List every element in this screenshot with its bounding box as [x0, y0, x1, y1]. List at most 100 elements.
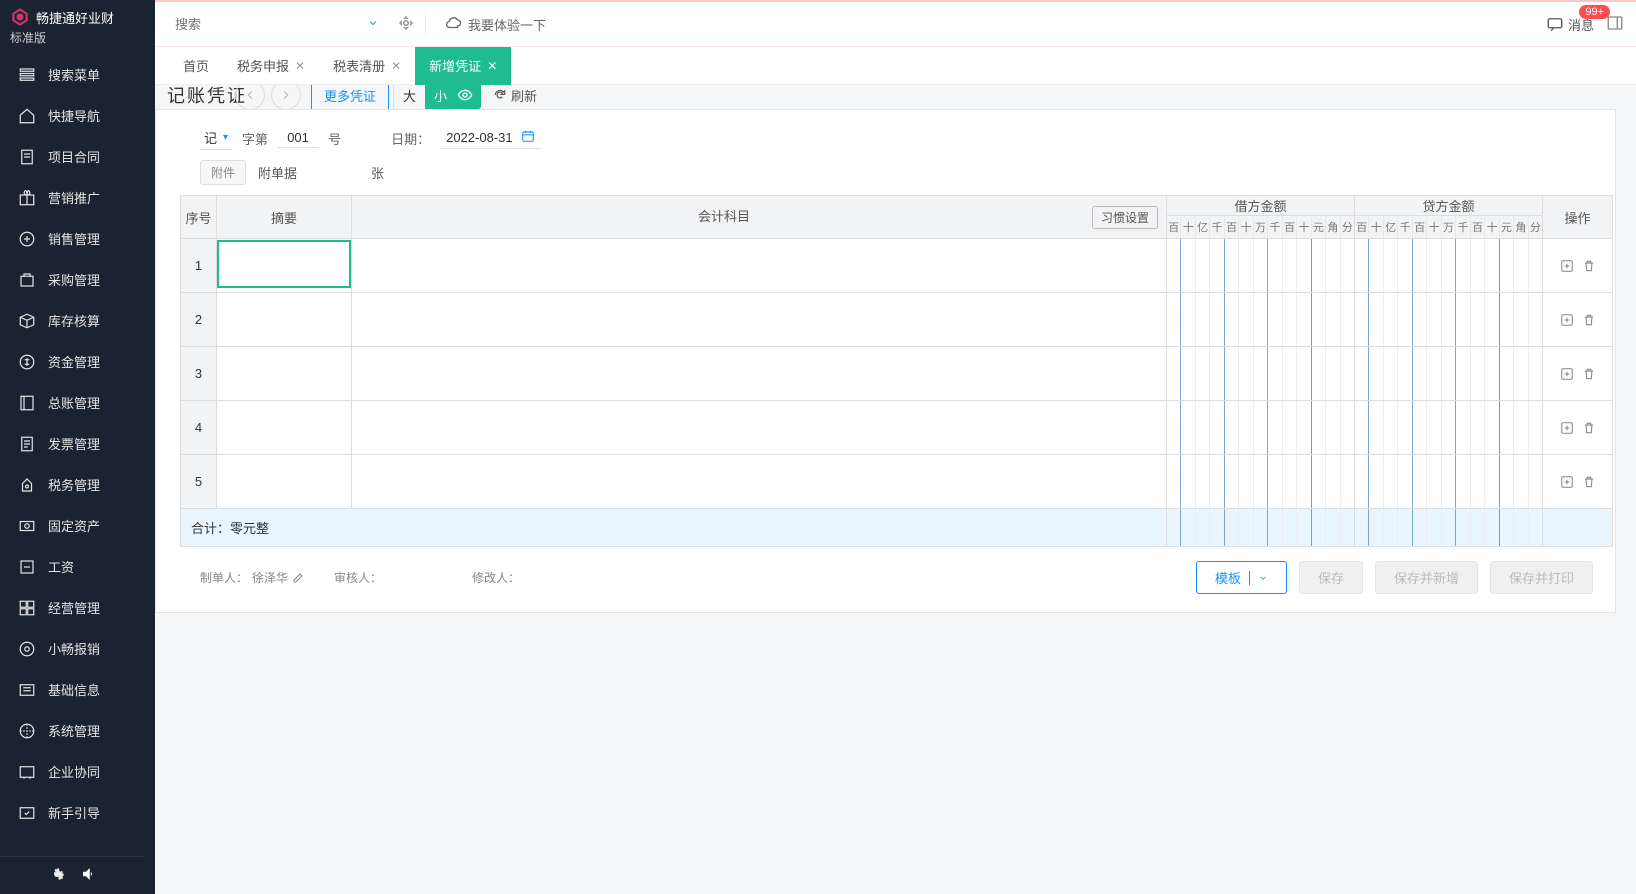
account-cell[interactable]: [352, 347, 1167, 401]
tab-2[interactable]: 税表清册✕: [319, 47, 415, 85]
summary-input[interactable]: [217, 240, 351, 288]
sidebar-item-4[interactable]: 销售管理: [0, 218, 145, 259]
sidebar-item-14[interactable]: 小畅报销: [0, 628, 145, 669]
tax-icon: [18, 476, 36, 494]
search-box[interactable]: [167, 12, 387, 37]
credit-cell[interactable]: [1355, 455, 1543, 509]
summary-cell[interactable]: [217, 455, 352, 509]
sidebar-item-6[interactable]: 库存核算: [0, 300, 145, 341]
account-cell[interactable]: [352, 455, 1167, 509]
try-button[interactable]: 我要体验一下: [436, 10, 554, 39]
sidebar-item-0[interactable]: 搜索菜单: [0, 54, 145, 95]
sidebar-item-12[interactable]: 工资: [0, 546, 145, 587]
delete-row-icon[interactable]: [1582, 313, 1596, 327]
table-row: 4: [181, 401, 1613, 455]
sidebar-item-label: 税务管理: [48, 475, 100, 494]
account-cell[interactable]: [352, 401, 1167, 455]
date-label: 日期：: [391, 129, 430, 148]
credit-cell[interactable]: [1355, 401, 1543, 455]
search-input[interactable]: [175, 17, 361, 32]
account-cell[interactable]: [352, 293, 1167, 347]
summary-cell[interactable]: [217, 401, 352, 455]
tab-1[interactable]: 税务申报✕: [223, 47, 319, 85]
preview-button[interactable]: [449, 85, 481, 109]
add-row-icon[interactable]: [1560, 475, 1574, 489]
voucher-type-select[interactable]: 记 ▾: [200, 126, 232, 150]
sidebar-item-label: 固定资产: [48, 516, 100, 535]
prev-voucher-button[interactable]: [235, 85, 265, 110]
sidebar-item-7[interactable]: 资金管理: [0, 341, 145, 382]
summary-cell[interactable]: [217, 239, 352, 293]
panel-icon[interactable]: [1606, 14, 1624, 35]
tab-3[interactable]: 新增凭证✕: [415, 47, 511, 85]
sidebar-item-17[interactable]: 企业协同: [0, 751, 145, 792]
sidebar-item-label: 基础信息: [48, 680, 100, 699]
debit-cell[interactable]: [1167, 239, 1355, 293]
attachment-button[interactable]: 附件: [200, 160, 246, 185]
delete-row-icon[interactable]: [1582, 475, 1596, 489]
sidebar-item-9[interactable]: 发票管理: [0, 423, 145, 464]
cart-in-icon: [18, 271, 36, 289]
close-icon[interactable]: ✕: [391, 59, 401, 73]
date-picker[interactable]: 2022-08-31: [440, 127, 541, 149]
debit-cell[interactable]: [1167, 347, 1355, 401]
tab-0[interactable]: 首页: [169, 47, 223, 85]
messages-button[interactable]: 消息 99+: [1546, 15, 1594, 34]
credit-cell[interactable]: [1355, 347, 1543, 401]
sidebar-item-5[interactable]: 采购管理: [0, 259, 145, 300]
modifier-field: 修改人：: [472, 569, 520, 586]
add-row-icon[interactable]: [1560, 259, 1574, 273]
summary-cell[interactable]: [217, 347, 352, 401]
add-row-icon[interactable]: [1560, 367, 1574, 381]
account-cell[interactable]: [352, 239, 1167, 293]
delete-row-icon[interactable]: [1582, 421, 1596, 435]
sidebar-item-18[interactable]: 新手引导: [0, 792, 145, 833]
sidebar-item-13[interactable]: 经营管理: [0, 587, 145, 628]
save-add-button[interactable]: 保存并新增: [1375, 561, 1478, 594]
sidebar-item-10[interactable]: 税务管理: [0, 464, 145, 505]
sound-icon[interactable]: [80, 865, 98, 886]
sidebar-item-2[interactable]: 项目合同: [0, 136, 145, 177]
size-large-button[interactable]: 大: [394, 85, 425, 110]
credit-cell[interactable]: [1355, 239, 1543, 293]
delete-row-icon[interactable]: [1582, 367, 1596, 381]
th-credit: 贷方金额: [1355, 196, 1543, 216]
chevron-down-icon[interactable]: [367, 17, 379, 32]
delete-row-icon[interactable]: [1582, 259, 1596, 273]
gear-icon[interactable]: [397, 14, 415, 35]
maker-label: 制单人：: [200, 569, 248, 586]
close-icon[interactable]: ✕: [487, 59, 497, 73]
summary-cell[interactable]: [217, 293, 352, 347]
add-row-icon[interactable]: [1560, 421, 1574, 435]
zhang-label: 张: [371, 163, 384, 182]
ledger-icon: [18, 394, 36, 412]
debit-cell[interactable]: [1167, 455, 1355, 509]
next-voucher-button[interactable]: [271, 85, 301, 110]
sidebar-item-3[interactable]: 营销推广: [0, 177, 145, 218]
add-row-icon[interactable]: [1560, 313, 1574, 327]
habit-settings-button[interactable]: 习惯设置: [1092, 206, 1158, 229]
debit-cell[interactable]: [1167, 401, 1355, 455]
sidebar-item-8[interactable]: 总账管理: [0, 382, 145, 423]
refresh-button[interactable]: 刷新: [493, 86, 537, 105]
settings-icon[interactable]: [48, 865, 66, 886]
sidebar-item-1[interactable]: 快捷导航: [0, 95, 145, 136]
sidebar-item-16[interactable]: 系统管理: [0, 710, 145, 751]
more-vouchers-button[interactable]: 更多凭证: [311, 85, 389, 111]
sidebar-item-15[interactable]: 基础信息: [0, 669, 145, 710]
voucher-number-input[interactable]: 001: [278, 128, 318, 148]
sidebar-item-11[interactable]: 固定资产: [0, 505, 145, 546]
credit-cell[interactable]: [1355, 293, 1543, 347]
close-icon[interactable]: ✕: [295, 59, 305, 73]
th-debit-digits: 百十亿千百十万千百十元角分: [1167, 216, 1355, 239]
template-button[interactable]: 模板: [1196, 561, 1287, 594]
edit-icon[interactable]: [292, 572, 304, 584]
th-debit: 借方金额: [1167, 196, 1355, 216]
debit-cell[interactable]: [1167, 293, 1355, 347]
save-button[interactable]: 保存: [1299, 561, 1363, 594]
table-row: 3: [181, 347, 1613, 401]
save-print-button[interactable]: 保存并打印: [1490, 561, 1593, 594]
message-icon: [1546, 15, 1564, 33]
sidebar-scrollbar[interactable]: [145, 0, 155, 894]
th-action: 操作: [1543, 196, 1613, 239]
